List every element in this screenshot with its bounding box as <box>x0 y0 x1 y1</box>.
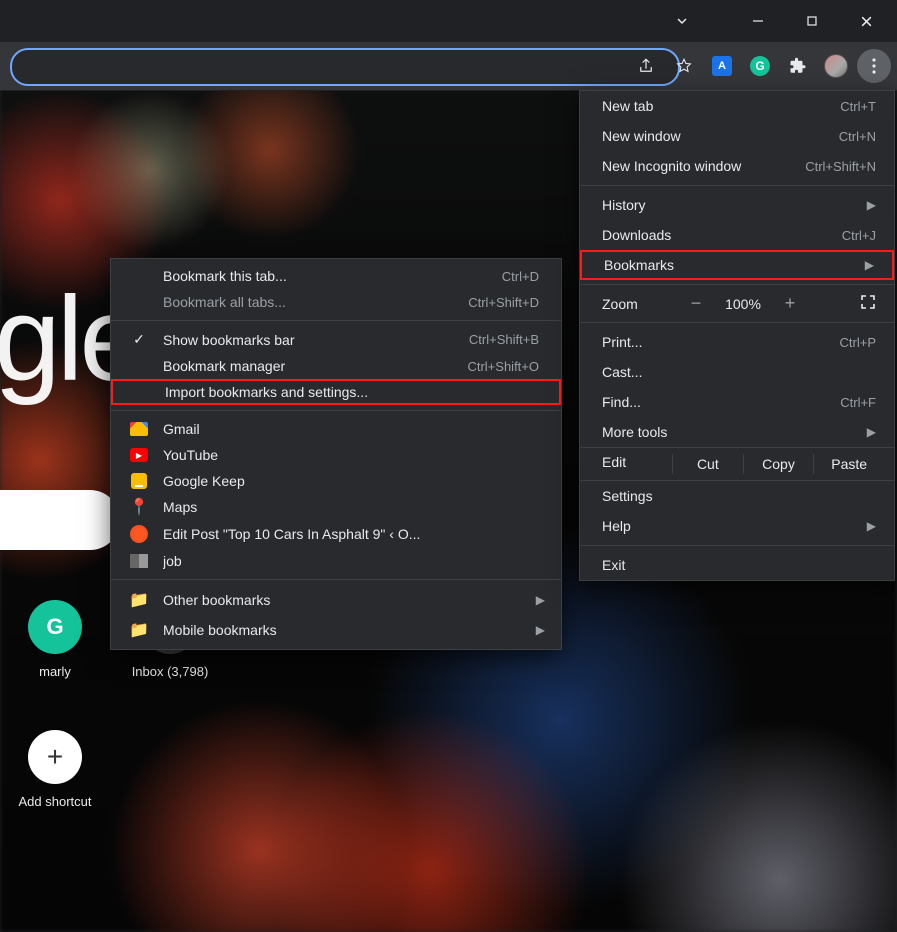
menu-import-bookmarks[interactable]: Import bookmarks and settings... <box>111 379 561 405</box>
fullscreen-icon[interactable] <box>850 294 886 313</box>
menu-bookmark-all-tabs[interactable]: Bookmark all tabs... Ctrl+Shift+D <box>111 289 561 315</box>
menu-settings[interactable]: Settings <box>580 481 894 511</box>
menu-more-tools[interactable]: More tools ▶ <box>580 417 894 447</box>
menu-new-tab[interactable]: New tab Ctrl+T <box>580 91 894 121</box>
zoom-value: 100% <box>714 296 772 312</box>
menu-new-window[interactable]: New window Ctrl+N <box>580 121 894 151</box>
gmail-icon <box>129 422 149 436</box>
shortcut-grammarly[interactable]: G marly <box>0 600 110 679</box>
separator <box>580 322 894 323</box>
chevron-right-icon: ▶ <box>867 519 876 533</box>
chevron-right-icon: ▶ <box>536 623 545 637</box>
extensions-puzzle-icon[interactable] <box>781 49 815 83</box>
folder-mobile-bookmarks[interactable]: 📁 Mobile bookmarks ▶ <box>111 615 561 645</box>
close-window-button[interactable] <box>843 6 889 36</box>
separator <box>111 410 561 411</box>
menu-zoom: Zoom − 100% + <box>580 289 894 318</box>
separator <box>111 320 561 321</box>
menu-help[interactable]: Help ▶ <box>580 511 894 541</box>
chevron-right-icon: ▶ <box>867 425 876 439</box>
menu-edit-row: Edit Cut Copy Paste <box>580 447 894 481</box>
shortcut-grammarly-label: marly <box>0 664 110 679</box>
search-bar-fragment[interactable] <box>0 490 120 550</box>
menu-new-incognito[interactable]: New Incognito window Ctrl+Shift+N <box>580 151 894 181</box>
window-titlebar <box>0 0 897 42</box>
menu-history[interactable]: History ▶ <box>580 190 894 220</box>
folder-icon: 📁 <box>129 590 149 610</box>
chevron-right-icon: ▶ <box>536 593 545 607</box>
separator <box>580 185 894 186</box>
menu-find[interactable]: Find... Ctrl+F <box>580 387 894 417</box>
address-bar[interactable] <box>10 48 680 86</box>
menu-bookmarks[interactable]: Bookmarks ▶ <box>580 250 894 280</box>
bookmark-star-icon[interactable] <box>667 49 701 83</box>
separator <box>111 579 561 580</box>
menu-bookmark-this-tab[interactable]: Bookmark this tab... Ctrl+D <box>111 263 561 289</box>
maximize-button[interactable] <box>789 6 835 36</box>
bookmark-job[interactable]: job <box>111 548 561 574</box>
menu-bookmark-manager[interactable]: Bookmark manager Ctrl+Shift+O <box>111 353 561 379</box>
youtube-icon: ▶ <box>129 448 149 462</box>
keep-icon <box>129 473 149 489</box>
menu-cast[interactable]: Cast... <box>580 357 894 387</box>
shortcut-add-label: Add shortcut <box>0 794 110 809</box>
bookmark-youtube[interactable]: ▶ YouTube <box>111 442 561 468</box>
tab-dropdown-icon[interactable] <box>659 6 705 36</box>
zoom-out-button[interactable]: − <box>678 293 714 314</box>
menu-exit[interactable]: Exit <box>580 550 894 580</box>
separator <box>580 545 894 546</box>
minimize-button[interactable] <box>735 6 781 36</box>
chrome-main-menu: New tab Ctrl+T New window Ctrl+N New Inc… <box>579 90 895 581</box>
menu-downloads[interactable]: Downloads Ctrl+J <box>580 220 894 250</box>
profile-avatar[interactable] <box>819 49 853 83</box>
shortcut-inbox-label: Inbox (3,798) <box>115 664 225 679</box>
more-menu-button[interactable] <box>857 49 891 83</box>
edit-cut[interactable]: Cut <box>672 454 743 474</box>
folder-icon: 📁 <box>129 620 149 640</box>
bookmarks-submenu: Bookmark this tab... Ctrl+D Bookmark all… <box>110 258 562 650</box>
browser-toolbar: A G <box>0 42 897 91</box>
bookmark-edit-post[interactable]: Edit Post "Top 10 Cars In Asphalt 9" ‹ O… <box>111 520 561 548</box>
bookmark-gmail[interactable]: Gmail <box>111 416 561 442</box>
add-shortcut-icon: + <box>28 730 82 784</box>
edit-copy[interactable]: Copy <box>743 454 814 474</box>
separator <box>580 284 894 285</box>
chevron-right-icon: ▶ <box>865 258 874 272</box>
zoom-in-button[interactable]: + <box>772 293 808 314</box>
generic-page-icon <box>129 554 149 568</box>
shortcut-add[interactable]: + Add shortcut <box>0 730 110 809</box>
chevron-right-icon: ▶ <box>867 198 876 212</box>
edit-paste[interactable]: Paste <box>813 454 884 474</box>
shortcut-grammarly-icon: G <box>28 600 82 654</box>
menu-print[interactable]: Print... Ctrl+P <box>580 327 894 357</box>
menu-show-bookmarks-bar[interactable]: ✓ Show bookmarks bar Ctrl+Shift+B <box>111 326 561 353</box>
checkmark-icon: ✓ <box>129 331 149 348</box>
folder-other-bookmarks[interactable]: 📁 Other bookmarks ▶ <box>111 585 561 615</box>
wordpress-icon <box>129 525 149 543</box>
extension-a-icon[interactable]: A <box>705 49 739 83</box>
share-icon[interactable] <box>629 49 663 83</box>
bookmark-maps[interactable]: 📍 Maps <box>111 494 561 520</box>
maps-icon: 📍 <box>129 499 149 515</box>
extension-grammarly-icon[interactable]: G <box>743 49 777 83</box>
bookmark-google-keep[interactable]: Google Keep <box>111 468 561 494</box>
